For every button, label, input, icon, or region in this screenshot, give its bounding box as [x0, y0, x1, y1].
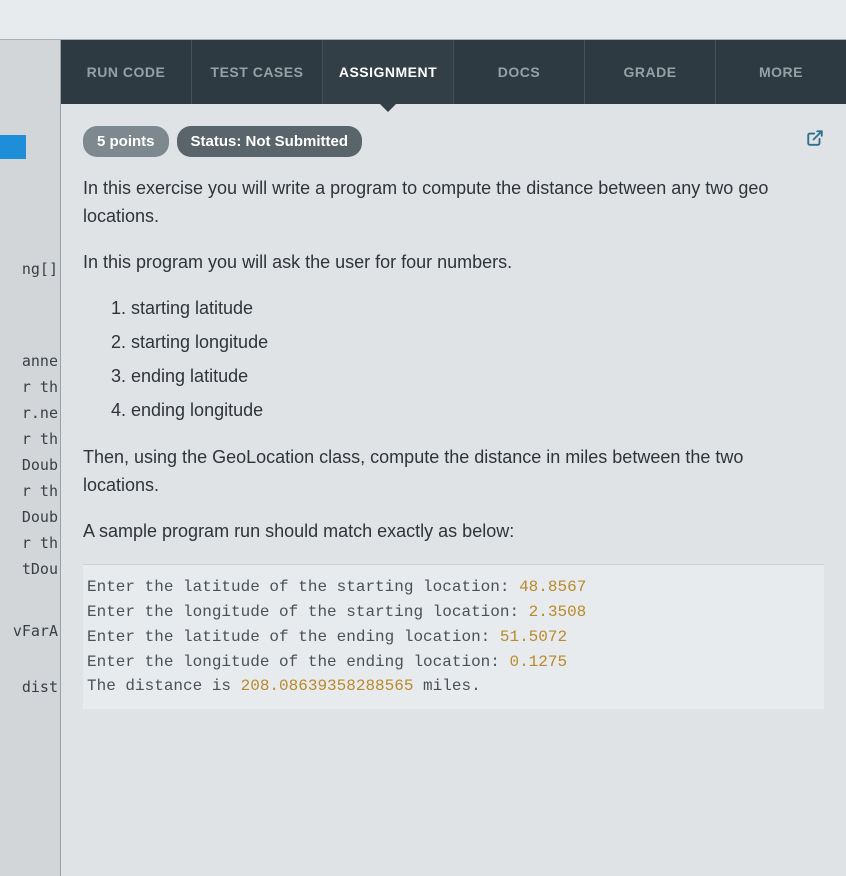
app-root: ng[] anne r th r.ne r th Doub r th Doub …	[0, 0, 846, 876]
tab-bar: RUN CODE TEST CASES ASSIGNMENT DOCS GRAD…	[61, 40, 846, 104]
tab-more[interactable]: MORE	[716, 40, 846, 104]
badge-row: 5 points Status: Not Submitted	[83, 126, 824, 157]
sample-line-value: 0.1275	[509, 653, 567, 671]
tab-test-cases[interactable]: TEST CASES	[192, 40, 323, 104]
tab-docs[interactable]: DOCS	[454, 40, 585, 104]
assignment-content: 5 points Status: Not Submitted In this e…	[61, 104, 846, 709]
assignment-intro-1: In this exercise you will write a progra…	[83, 175, 824, 231]
code-fragment: tDou	[22, 560, 58, 578]
code-fragment: r th	[22, 430, 58, 448]
list-item: starting latitude	[131, 295, 824, 323]
points-badge: 5 points	[83, 126, 169, 157]
sample-line-value: 51.5072	[500, 628, 567, 646]
sample-line-prompt: Enter the latitude of the ending locatio…	[87, 628, 500, 646]
code-editor-gutter: ng[] anne r th r.ne r th Doub r th Doub …	[0, 40, 60, 876]
list-item: starting longitude	[131, 329, 824, 357]
list-item: ending longitude	[131, 397, 824, 425]
code-fragment: r.ne	[22, 404, 58, 422]
assignment-input-list: starting latitude starting longitude end…	[131, 295, 824, 425]
sample-line-text: miles.	[413, 677, 480, 695]
assignment-panel: RUN CODE TEST CASES ASSIGNMENT DOCS GRAD…	[60, 40, 846, 876]
sample-line-prompt: Enter the latitude of the starting locat…	[87, 578, 519, 596]
sample-line-text: The distance is	[87, 677, 241, 695]
code-fragment: anne	[22, 352, 58, 370]
editor-active-line-marker	[0, 135, 26, 159]
main-area: ng[] anne r th r.ne r th Doub r th Doub …	[0, 40, 846, 876]
code-fragment: r th	[22, 378, 58, 396]
assignment-intro-2: In this program you will ask the user fo…	[83, 249, 824, 277]
sample-output-block: Enter the latitude of the starting locat…	[83, 564, 824, 709]
sample-line-prompt: Enter the longitude of the ending locati…	[87, 653, 509, 671]
sample-line-value: 208.08639358288565	[241, 677, 414, 695]
code-fragment: vFarA	[13, 622, 58, 640]
code-fragment: dist	[22, 678, 58, 696]
status-badge: Status: Not Submitted	[177, 126, 363, 157]
assignment-para-3: Then, using the GeoLocation class, compu…	[83, 444, 824, 500]
list-item: ending latitude	[131, 363, 824, 391]
sample-line-value: 2.3508	[529, 603, 587, 621]
code-fragment: Doub	[22, 456, 58, 474]
tab-run-code[interactable]: RUN CODE	[61, 40, 192, 104]
code-fragment: Doub	[22, 508, 58, 526]
sample-line-prompt: Enter the longitude of the starting loca…	[87, 603, 529, 621]
tab-grade[interactable]: GRADE	[585, 40, 716, 104]
tab-assignment[interactable]: ASSIGNMENT	[323, 40, 454, 104]
assignment-para-4: A sample program run should match exactl…	[83, 518, 824, 546]
open-external-icon[interactable]	[806, 128, 824, 156]
code-fragment: r th	[22, 482, 58, 500]
sample-line-value: 48.8567	[519, 578, 586, 596]
browser-chrome-bar	[0, 0, 846, 40]
code-fragment: r th	[22, 534, 58, 552]
code-fragment: ng[]	[22, 260, 58, 278]
